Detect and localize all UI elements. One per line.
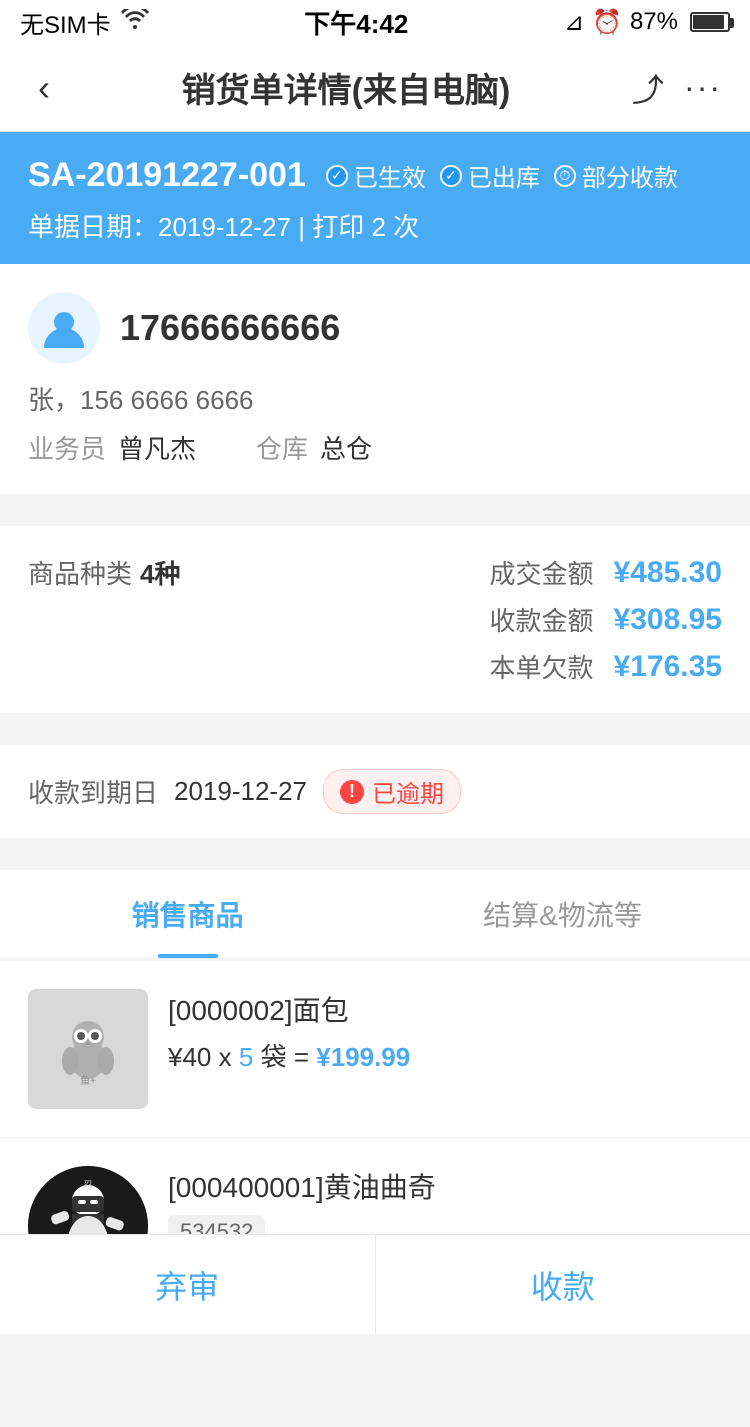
product-unit-1: 袋	[261, 1042, 287, 1072]
wifi-icon	[121, 8, 149, 36]
tabs-section: 销售商品 结算&物流等	[0, 870, 750, 959]
bottom-spacer	[0, 1327, 750, 1427]
owed-row: 本单欠款 ¥176.35	[490, 648, 722, 685]
product-unit-price-1: ¥40	[168, 1042, 211, 1072]
check-icon-2: ✓	[440, 165, 462, 187]
customer-avatar	[28, 292, 100, 364]
badge-effected: ✓ 已生效	[326, 158, 426, 193]
tab-settlement-label: 结算&物流等	[483, 900, 642, 931]
product-total-1: ¥199.99	[316, 1042, 410, 1072]
page-title: 销货单详情(来自电脑)	[60, 63, 632, 112]
badge-partial: ⏱ 部分收款	[554, 158, 678, 193]
collect-button[interactable]: 收款	[376, 1235, 750, 1334]
due-date: 2019-12-27	[174, 776, 307, 807]
warehouse-value: 总仓	[320, 429, 372, 466]
product-type-label: 商品种类	[28, 554, 132, 591]
location-icon: ⊿	[564, 8, 584, 37]
bottom-bar: 弃审 收款	[0, 1234, 750, 1334]
product-name-2: [000400001]黄油曲奇	[168, 1166, 722, 1206]
summary-section: 商品种类 4种 成交金额 ¥485.30 收款金额 ¥308.95 本单欠款 ¥…	[0, 526, 750, 713]
order-divider: |	[298, 212, 312, 242]
collected-value: ¥308.95	[614, 603, 722, 637]
due-section: 收款到期日 2019-12-27 ! 已逾期	[0, 745, 750, 838]
status-bar: 无SIM卡 下午4:42 ⊿ ⏰ 87%	[0, 0, 750, 44]
battery-icon	[690, 12, 730, 32]
warehouse-info: 仓库 总仓	[256, 429, 372, 466]
divider-1	[0, 510, 750, 526]
product-price-1: ¥40 x 5 袋 = ¥199.99	[168, 1037, 722, 1074]
owed-label: 本单欠款	[490, 648, 594, 685]
carrier-text: 无SIM卡	[20, 5, 111, 40]
order-id: SA-20191227-001	[28, 156, 306, 195]
product-qty-1: 5	[239, 1042, 253, 1072]
battery-text: 87%	[630, 8, 678, 36]
customer-phone: 17666666666	[120, 307, 340, 349]
product-type-value: 4种	[140, 554, 180, 591]
back-button[interactable]: ‹	[28, 57, 60, 119]
sales-value: 曾凡杰	[118, 429, 196, 466]
reject-button[interactable]: 弃审	[0, 1235, 376, 1334]
badge-effected-label: 已生效	[354, 158, 426, 193]
nav-actions: ⤴ ···	[632, 65, 722, 111]
summary-right: 成交金额 ¥485.30 收款金额 ¥308.95 本单欠款 ¥176.35	[490, 554, 722, 685]
overdue-icon: !	[340, 780, 364, 804]
sales-label: 业务员	[28, 429, 106, 466]
svg-text:忍: 忍	[83, 1180, 92, 1190]
trade-amount-row: 成交金额 ¥485.30	[490, 554, 722, 591]
collected-row: 收款金额 ¥308.95	[490, 601, 722, 638]
status-bar-time: 下午4:42	[304, 4, 408, 41]
overdue-label: 已逾期	[372, 774, 444, 809]
more-button[interactable]: ···	[684, 69, 722, 106]
svg-text:鱼+: 鱼+	[80, 1074, 96, 1087]
customer-info: 业务员 曾凡杰 仓库 总仓	[28, 429, 722, 466]
check-icon-1: ✓	[326, 165, 348, 187]
order-meta: 单据日期：2019-12-27 | 打印 2 次	[28, 207, 722, 244]
tab-settlement[interactable]: 结算&物流等	[375, 870, 750, 958]
overdue-badge: ! 已逾期	[323, 769, 461, 814]
product-equals-1: =	[294, 1042, 316, 1072]
divider-2	[0, 729, 750, 745]
divider-3	[0, 854, 750, 870]
order-date: 单据日期：2019-12-27	[28, 212, 291, 242]
sales-info: 业务员 曾凡杰	[28, 429, 196, 466]
order-header: SA-20191227-001 ✓ 已生效 ✓ 已出库 ⏱ 部分收款 单据日期：…	[0, 132, 750, 264]
badge-shipped-label: 已出库	[468, 158, 540, 193]
due-label: 收款到期日	[28, 773, 158, 810]
nav-bar: ‹ 销货单详情(来自电脑) ⤴ ···	[0, 44, 750, 132]
product-image-1: 鱼+	[28, 989, 148, 1109]
tab-products[interactable]: 销售商品	[0, 870, 375, 958]
badge-shipped: ✓ 已出库	[440, 158, 540, 193]
trade-amount-label: 成交金额	[490, 554, 594, 591]
order-badges: ✓ 已生效 ✓ 已出库 ⏱ 部分收款	[326, 158, 678, 193]
status-bar-right: ⊿ ⏰ 87%	[564, 8, 730, 37]
product-info-1: [0000002]面包 ¥40 x 5 袋 = ¥199.99	[168, 989, 722, 1074]
collected-label: 收款金额	[490, 601, 594, 638]
customer-section: 17666666666 张，156 6666 6666 业务员 曾凡杰 仓库 总…	[0, 264, 750, 494]
trade-amount-value: ¥485.30	[614, 556, 722, 590]
status-bar-left: 无SIM卡	[20, 5, 149, 40]
clock-icon: ⏱	[554, 165, 576, 187]
customer-name: 张，156 6666 6666	[28, 380, 722, 417]
tab-products-label: 销售商品	[131, 900, 243, 931]
warehouse-label: 仓库	[256, 429, 308, 466]
product-name-1: [0000002]面包	[168, 989, 722, 1029]
product-item-1: 鱼+ [0000002]面包 ¥40 x 5 袋 = ¥199.99	[0, 961, 750, 1138]
order-print: 打印 2 次	[312, 212, 419, 242]
owed-value: ¥176.35	[614, 650, 722, 684]
share-button[interactable]: ⤴	[632, 65, 664, 111]
badge-partial-label: 部分收款	[582, 158, 678, 193]
alarm-icon: ⏰	[592, 8, 622, 37]
summary-left: 商品种类 4种	[28, 554, 180, 591]
product-multiply-1: x	[219, 1042, 239, 1072]
